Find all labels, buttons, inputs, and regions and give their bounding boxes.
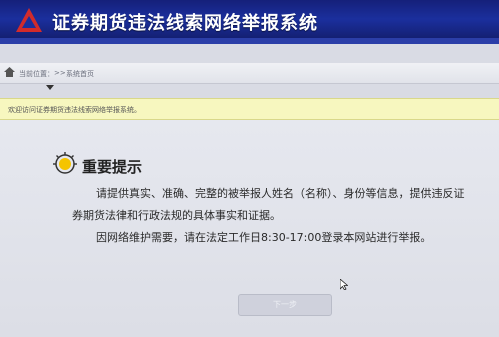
breadcrumb-label: 当前位置： [19,70,54,78]
app-header: 证券期货违法线索网络举报系统 [0,0,499,44]
mouse-cursor-icon [340,279,348,290]
lightbulb-icon [53,152,77,174]
breadcrumb-separator: >> [54,69,66,77]
welcome-text: 欢迎访问证券期货违法线索网络举报系统。 [8,106,141,114]
page-title: 证券期货违法线索网络举报系统 [52,13,318,34]
notice-line-1: 请提供真实、准确、完整的被举报人姓名（名称）、身份等信息，提供违反证 [96,187,465,200]
notice-line-2: 券期货法律和行政法规的具体事实和证据。 [72,209,281,222]
csrc-logo-icon [16,8,42,32]
notice-line-3: 因网络维护需要，请在法定工作日8:30-17:00登录本网站进行举报。 [96,231,432,244]
breadcrumb-current[interactable]: 系统首页 [66,69,94,79]
important-notice-title: 重要提示 [82,158,143,176]
next-button[interactable]: 下一步 [238,294,332,316]
home-icon[interactable] [4,67,15,77]
collapse-arrow-icon[interactable] [46,85,54,90]
welcome-notice: 欢迎访问证券期货违法线索网络举报系统。 [0,98,499,120]
breadcrumb: 当前位置： >> 系统首页 [0,63,499,84]
